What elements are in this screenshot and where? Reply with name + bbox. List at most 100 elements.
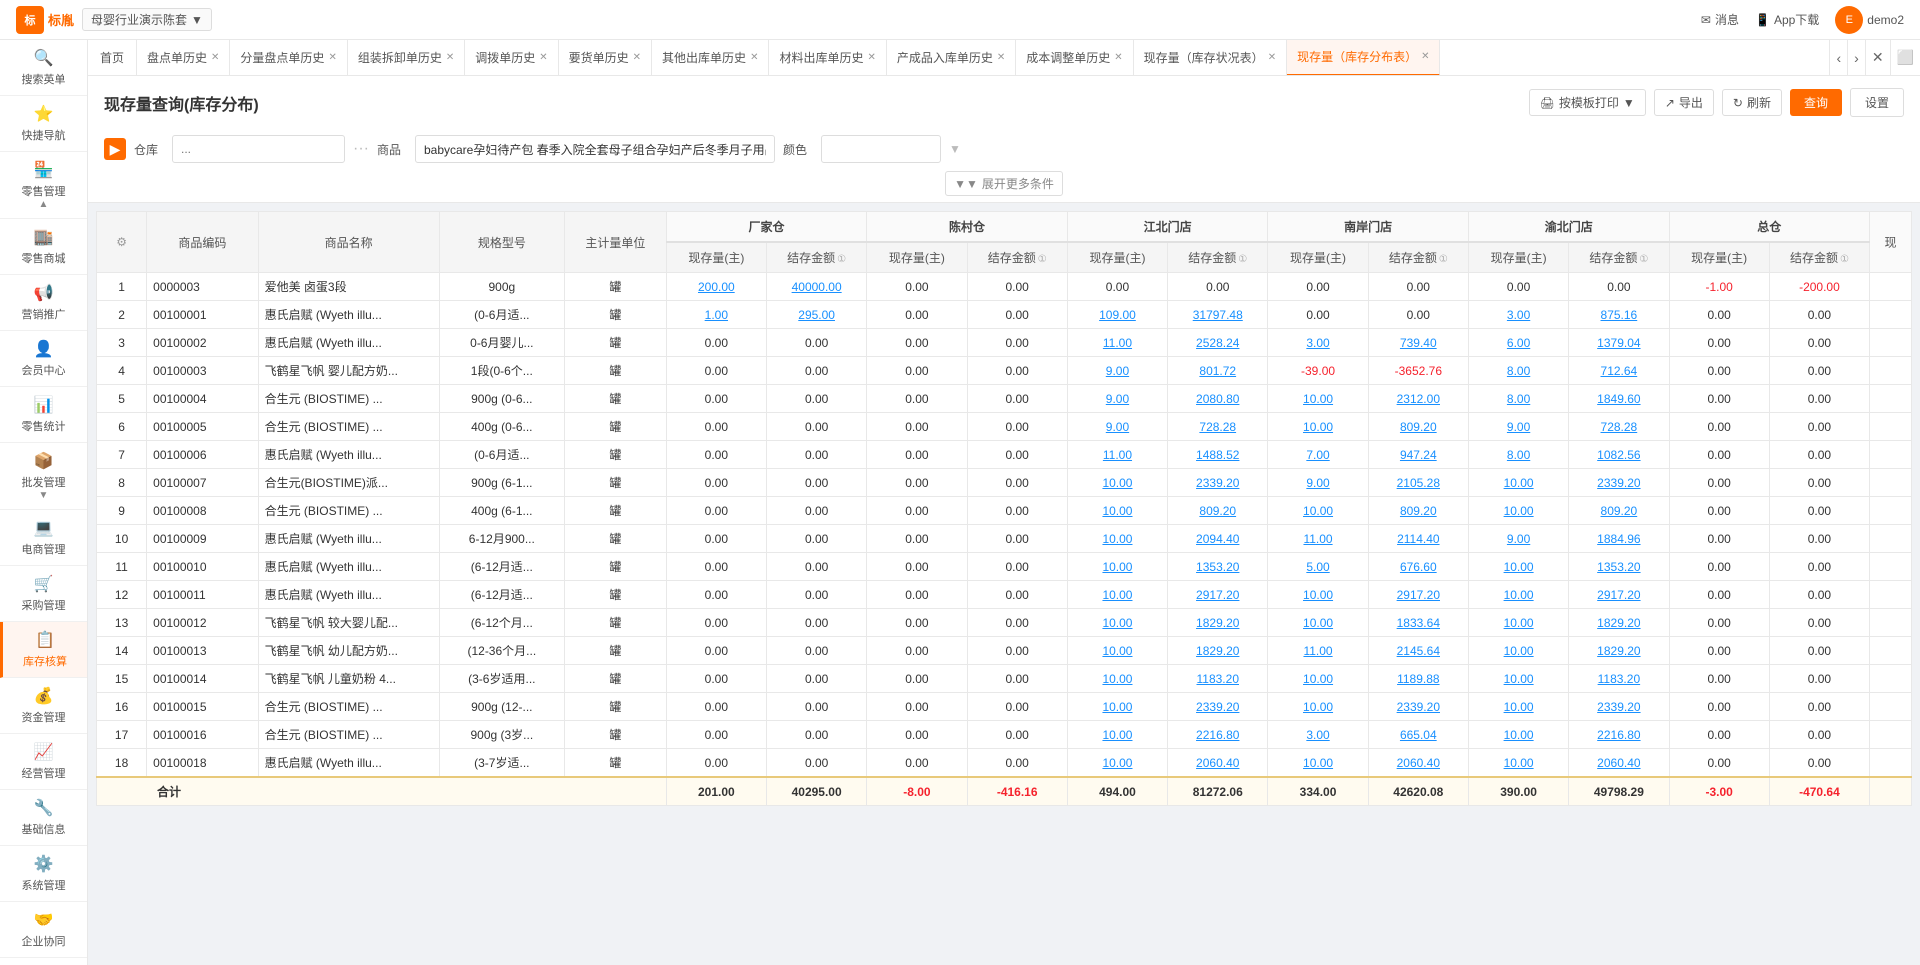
tab-material-out[interactable]: 材料出库单历史 ✕ [769,40,886,76]
cell-val[interactable]: 1183.20 [1569,665,1669,693]
cell-val[interactable]: 10.00 [1268,665,1368,693]
tab-close[interactable]: ✕ [446,52,454,63]
cell-val[interactable]: 1353.20 [1168,553,1268,581]
tab-close[interactable]: ✕ [633,52,641,63]
cell-val[interactable]: 10.00 [1468,497,1568,525]
cell-val[interactable]: 200.00 [666,273,766,301]
cell-val[interactable]: 712.64 [1569,357,1669,385]
cell-val[interactable]: 1379.04 [1569,329,1669,357]
cell-val[interactable]: 10.00 [1067,637,1167,665]
tab-close[interactable]: ✕ [867,52,875,63]
tab-stock-status[interactable]: 现存量（库存状况表） ✕ [1134,40,1287,76]
query-btn[interactable]: 查询 [1790,89,1842,116]
tab-transfer[interactable]: 调拨单历史 ✕ [465,40,558,76]
cell-val[interactable]: 6.00 [1468,329,1568,357]
cell-val[interactable]: 1829.20 [1569,637,1669,665]
cell-val[interactable]: 10.00 [1067,497,1167,525]
cell-val[interactable]: 10.00 [1468,581,1568,609]
tab-home[interactable]: 首页 [88,40,137,76]
cell-val[interactable]: 2917.20 [1168,581,1268,609]
cell-val[interactable]: 11.00 [1067,441,1167,469]
cell-val[interactable]: 10.00 [1268,581,1368,609]
sidebar-item-guide[interactable]: 🆕 新手引导 [0,958,87,965]
cell-val[interactable]: 2216.80 [1168,721,1268,749]
info-icon[interactable]: ① [1439,254,1448,265]
sidebar-item-system[interactable]: ⚙️ 系统管理 [0,846,87,902]
cell-val[interactable]: 2105.28 [1368,469,1468,497]
cell-val[interactable]: 10.00 [1268,497,1368,525]
settings-btn[interactable]: 设置 [1850,88,1904,117]
cell-val[interactable]: 2312.00 [1368,385,1468,413]
cell-val[interactable]: 3.00 [1268,329,1368,357]
tab-product-in[interactable]: 产成品入库单历史 ✕ [887,40,1016,76]
th-settings[interactable]: ⚙ [97,212,147,273]
cell-val[interactable]: 9.00 [1067,413,1167,441]
tab-assemble-split[interactable]: 组装拆卸单历史 ✕ [348,40,465,76]
sidebar-item-operation[interactable]: 📈 经营管理 [0,734,87,790]
cell-val[interactable]: 10.00 [1268,385,1368,413]
tab-close[interactable]: ✕ [750,52,758,63]
cell-val[interactable]: 1189.88 [1368,665,1468,693]
cell-val[interactable]: 875.16 [1569,301,1669,329]
tab-split-inventory[interactable]: 分量盘点单历史 ✕ [230,40,347,76]
cell-val[interactable]: 10.00 [1067,665,1167,693]
cell-val[interactable]: -39.00 [1268,357,1368,385]
cell-val[interactable]: 1829.20 [1168,609,1268,637]
message-btn[interactable]: ✉ 消息 [1701,11,1739,28]
export-btn[interactable]: ↗ 导出 [1654,89,1714,116]
tab-close[interactable]: ✕ [1114,52,1122,63]
cell-val[interactable]: 1829.20 [1168,637,1268,665]
cell-val[interactable]: 2917.20 [1368,581,1468,609]
cell-val[interactable]: 5.00 [1268,553,1368,581]
cell-val[interactable]: 10.00 [1268,693,1368,721]
cell-val[interactable]: 2060.40 [1569,749,1669,778]
cell-val[interactable]: 9.00 [1268,469,1368,497]
cell-val[interactable]: 809.20 [1368,413,1468,441]
refresh-btn[interactable]: ↻ 刷新 [1722,89,1782,116]
tab-close-all[interactable]: ✕ [1865,40,1890,76]
cell-val[interactable]: 1884.96 [1569,525,1669,553]
expand-conditions-btn[interactable]: ▼▼ 展开更多条件 [945,171,1063,196]
sidebar-item-search[interactable]: 🔍 搜索英单 [0,40,87,96]
sidebar-item-purchase[interactable]: 🛒 采购管理 [0,566,87,622]
cell-val[interactable]: 2339.20 [1569,469,1669,497]
info-icon[interactable]: ① [1238,254,1247,265]
cell-val[interactable]: 1353.20 [1569,553,1669,581]
cell-val[interactable]: 2060.40 [1368,749,1468,778]
cell-val[interactable]: 2145.64 [1368,637,1468,665]
cell-val[interactable]: 2528.24 [1168,329,1268,357]
info-icon[interactable]: ① [1840,254,1849,265]
tab-close[interactable]: ✕ [211,52,219,63]
sidebar-item-nav[interactable]: ⭐ 快捷导航 [0,96,87,152]
tab-requisition[interactable]: 要货单历史 ✕ [559,40,652,76]
cell-val[interactable]: -3652.76 [1368,357,1468,385]
info-icon[interactable]: ① [1639,254,1648,265]
cell-val[interactable]: 1829.20 [1569,609,1669,637]
sidebar-item-retail-stat[interactable]: 📊 零售统计 [0,387,87,443]
cell-val[interactable]: 10.00 [1268,413,1368,441]
cell-val[interactable]: 1082.56 [1569,441,1669,469]
store-selector[interactable]: 母婴行业演示陈套 ▼ [82,8,212,31]
cell-val[interactable]: 2339.20 [1368,693,1468,721]
tab-close[interactable]: ✕ [328,52,336,63]
user-menu[interactable]: E demo2 [1835,6,1904,34]
cell-val[interactable]: 8.00 [1468,385,1568,413]
tab-close[interactable]: ✕ [1421,51,1429,62]
info-icon[interactable]: ① [837,254,846,265]
tab-inventory-record[interactable]: 盘点单历史 ✕ [137,40,230,76]
cell-val[interactable]: 11.00 [1268,525,1368,553]
sidebar-item-retail-mgmt[interactable]: 🏪 零售管理 ▲ [0,152,87,219]
tab-close[interactable]: ✕ [539,52,547,63]
tab-more[interactable]: ⬜ [1890,40,1920,76]
cell-val[interactable]: 7.00 [1268,441,1368,469]
cell-val[interactable]: 9.00 [1067,385,1167,413]
cell-val[interactable]: 10.00 [1468,665,1568,693]
product-input[interactable] [415,135,775,163]
cell-val[interactable]: 2216.80 [1569,721,1669,749]
cell-val[interactable]: 2339.20 [1569,693,1669,721]
cell-val[interactable]: 1849.60 [1569,385,1669,413]
sidebar-item-wholesale[interactable]: 📦 批发管理 ▼ [0,443,87,510]
cell-val[interactable]: 9.00 [1468,413,1568,441]
cell-val[interactable]: 728.28 [1569,413,1669,441]
tab-next[interactable]: › [1847,40,1865,76]
